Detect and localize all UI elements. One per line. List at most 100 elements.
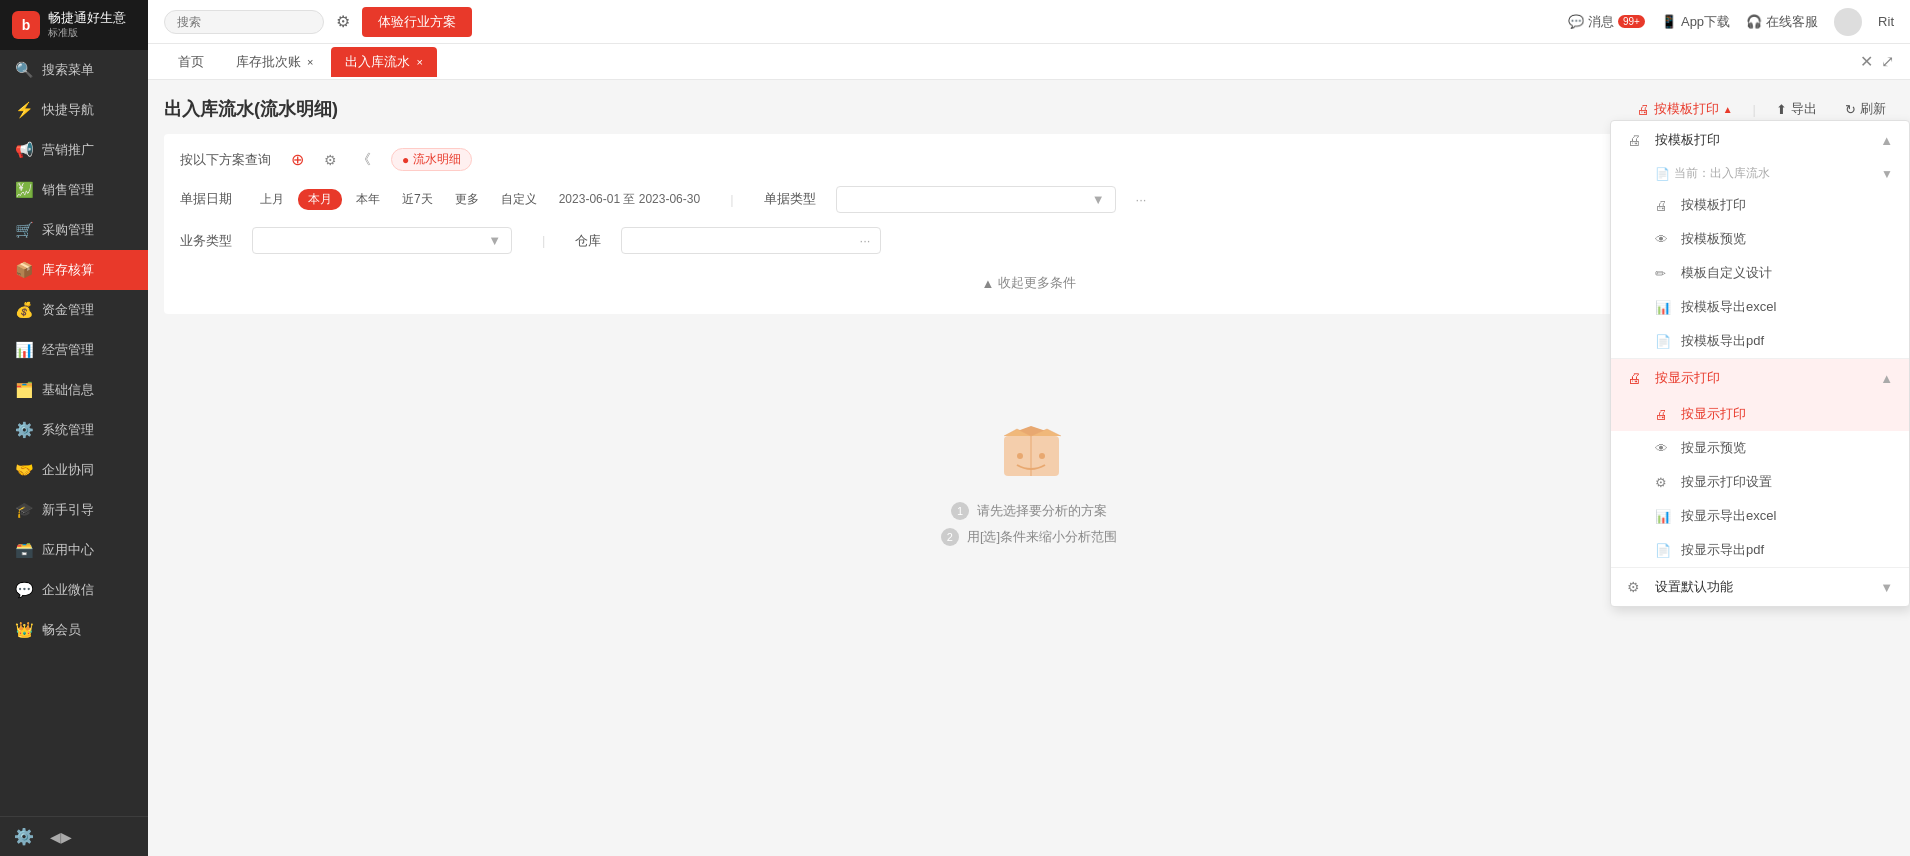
date-prev-month[interactable]: 上月 xyxy=(252,189,292,210)
sidebar-purchase-icon: 🛒 xyxy=(14,221,34,239)
sidebar-operations-icon: 📊 xyxy=(14,341,34,359)
gear-icon[interactable]: ⚙ xyxy=(336,12,350,31)
display-preview-item[interactable]: 👁 按显示预览 xyxy=(1611,431,1909,465)
sidebar-item-operations[interactable]: 📊 经营管理 xyxy=(0,330,148,370)
template-customize-item[interactable]: ✏ 模板自定义设计 xyxy=(1611,256,1909,290)
type-more-icon[interactable]: ··· xyxy=(1136,192,1147,207)
step-2-text: 用[选]条件来缩小分析范围 xyxy=(967,528,1117,546)
sidebar-quicknav-label: 快捷导航 xyxy=(42,101,94,119)
template-preview-label: 按模板预览 xyxy=(1681,230,1746,248)
date-more[interactable]: 更多 xyxy=(447,189,487,210)
current-label-text: 当前：出入库流水 xyxy=(1674,165,1770,182)
sidebar-item-guide[interactable]: 🎓 新手引导 xyxy=(0,490,148,530)
sidebar-item-quicknav[interactable]: ⚡ 快捷导航 xyxy=(0,90,148,130)
sidebar-item-wechat[interactable]: 💬 企业微信 xyxy=(0,570,148,610)
messages-button[interactable]: 💬 消息 99+ xyxy=(1568,13,1645,31)
tab-maximize-icon[interactable]: ⤢ xyxy=(1881,52,1894,71)
sidebar-item-appstore[interactable]: 🗃️ 应用中心 xyxy=(0,530,148,570)
sidebar-bottom: ⚙️ ◀▶ xyxy=(0,816,148,856)
date-filter: 上月 本月 本年 近7天 更多 自定义 2023-06-01 至 2023-06… xyxy=(252,189,700,210)
sidebar-item-sales[interactable]: 💹 销售管理 xyxy=(0,170,148,210)
sidebar-logo: b 畅捷通好生意 标准版 xyxy=(0,0,148,50)
online-service-button[interactable]: 🎧 在线客服 xyxy=(1746,13,1818,31)
warehouse-label: 仓库 xyxy=(575,232,601,250)
refresh-button[interactable]: ↻ 刷新 xyxy=(1837,96,1894,122)
template-print-item[interactable]: 🖨 按模板打印 xyxy=(1611,188,1909,222)
default-fn-header[interactable]: ⚙ 设置默认功能 ▼ xyxy=(1611,568,1909,606)
printer-icon: 🖨 xyxy=(1627,132,1645,148)
display-print-item[interactable]: 🖨 按显示打印 xyxy=(1611,397,1909,431)
sidebar-item-purchase[interactable]: 🛒 采购管理 xyxy=(0,210,148,250)
tab-close-all-icon[interactable]: ✕ xyxy=(1860,52,1873,71)
sidebar-appstore-label: 应用中心 xyxy=(42,541,94,559)
topbar-right: 💬 消息 99+ 📱 App下载 🎧 在线客服 Rit xyxy=(1568,8,1894,36)
app-download-button[interactable]: 📱 App下载 xyxy=(1661,13,1730,31)
trial-button[interactable]: 体验行业方案 xyxy=(362,7,472,37)
tab-flow[interactable]: 出入库流水 × xyxy=(331,47,436,77)
refresh-icon: ↻ xyxy=(1845,102,1856,117)
template-export-excel-item[interactable]: 📊 按模板导出excel xyxy=(1611,290,1909,324)
sidebar-item-basic[interactable]: 🗂️ 基础信息 xyxy=(0,370,148,410)
tab-batch[interactable]: 库存批次账 × xyxy=(222,47,327,77)
sidebar-system-icon: ⚙️ xyxy=(14,421,34,439)
online-service-label: 在线客服 xyxy=(1766,13,1818,31)
warehouse-select[interactable]: ··· xyxy=(621,227,881,254)
date-last7[interactable]: 近7天 xyxy=(394,189,441,210)
tab-home[interactable]: 首页 xyxy=(164,47,218,77)
template-print-header[interactable]: 🖨 按模板打印 ▲ xyxy=(1611,121,1909,159)
chevron-up-icon: ▲ xyxy=(1723,104,1733,115)
display-settings-item[interactable]: ⚙ 按显示打印设置 xyxy=(1611,465,1909,499)
sidebar-purchase-label: 采购管理 xyxy=(42,221,94,239)
print-template-button[interactable]: 🖨 按模板打印 ▲ xyxy=(1629,96,1741,122)
step-2-num: 2 xyxy=(941,528,959,546)
sidebar-item-marketing[interactable]: 📢 营销推广 xyxy=(0,130,148,170)
filter-collapse-icon[interactable]: 《 xyxy=(357,151,371,169)
excel-icon: 📊 xyxy=(1655,300,1671,315)
date-custom[interactable]: 自定义 xyxy=(493,189,545,210)
sidebar-item-collab[interactable]: 🤝 企业协同 xyxy=(0,450,148,490)
current-arrow: ▼ xyxy=(1881,167,1893,181)
search-input[interactable] xyxy=(164,10,324,34)
page-title: 出入库流水(流水明细) xyxy=(164,97,338,121)
type-select[interactable]: ▼ xyxy=(836,186,1116,213)
filter-add-icon[interactable]: ⊕ xyxy=(291,150,304,169)
export-label: 导出 xyxy=(1791,100,1817,118)
display-print-header[interactable]: 🖨 按显示打印 ▲ xyxy=(1611,359,1909,397)
tab-batch-close[interactable]: × xyxy=(307,56,313,68)
date-this-year[interactable]: 本年 xyxy=(348,189,388,210)
message-icon: 💬 xyxy=(1568,14,1584,29)
collapse-icon[interactable]: ◀▶ xyxy=(50,829,72,845)
svg-point-4 xyxy=(1039,453,1045,459)
tab-flow-close[interactable]: × xyxy=(416,56,422,68)
business-select-arrow: ▼ xyxy=(488,233,501,248)
display-export-pdf-item[interactable]: 📄 按显示导出pdf xyxy=(1611,533,1909,567)
template-export-pdf-item[interactable]: 📄 按模板导出pdf xyxy=(1611,324,1909,358)
sidebar-appstore-icon: 🗃️ xyxy=(14,541,34,559)
export-button[interactable]: ⬆ 导出 xyxy=(1768,96,1825,122)
sidebar-item-search[interactable]: 🔍 搜索菜单 xyxy=(0,50,148,90)
sidebar-sales-icon: 💹 xyxy=(14,181,34,199)
display-print-icon: 🖨 xyxy=(1655,407,1671,422)
date-current-month[interactable]: 本月 xyxy=(298,189,342,210)
template-print-header-label: 按模板打印 xyxy=(1655,131,1720,149)
empty-step-1: 1 请先选择要分析的方案 xyxy=(951,502,1107,520)
sidebar-guide-icon: 🎓 xyxy=(14,501,34,519)
business-type-select[interactable]: ▼ xyxy=(252,227,512,254)
page-content: 出入库流水(流水明细) 🖨 按模板打印 ▲ | ⬆ 导出 ↻ 刷新 xyxy=(148,80,1910,856)
sidebar-collab-label: 企业协同 xyxy=(42,461,94,479)
filter-scheme-tag[interactable]: ● 流水明细 xyxy=(391,148,472,171)
template-preview-item[interactable]: 👁 按模板预览 xyxy=(1611,222,1909,256)
svg-point-3 xyxy=(1017,453,1023,459)
avatar[interactable] xyxy=(1834,8,1862,36)
filter-settings-icon[interactable]: ⚙ xyxy=(324,152,337,168)
sidebar-item-inventory[interactable]: 📦 库存核算 xyxy=(0,250,148,290)
sidebar-item-finance[interactable]: 💰 资金管理 xyxy=(0,290,148,330)
sidebar-marketing-label: 营销推广 xyxy=(42,141,94,159)
display-export-excel-item[interactable]: 📊 按显示导出excel xyxy=(1611,499,1909,533)
sidebar-wechat-label: 企业微信 xyxy=(42,581,94,599)
sidebar-item-system[interactable]: ⚙️ 系统管理 xyxy=(0,410,148,450)
step-1-num: 1 xyxy=(951,502,969,520)
business-type-label: 业务类型 xyxy=(180,232,232,250)
settings-icon[interactable]: ⚙️ xyxy=(14,827,34,846)
sidebar-item-member[interactable]: 👑 畅会员 xyxy=(0,610,148,650)
